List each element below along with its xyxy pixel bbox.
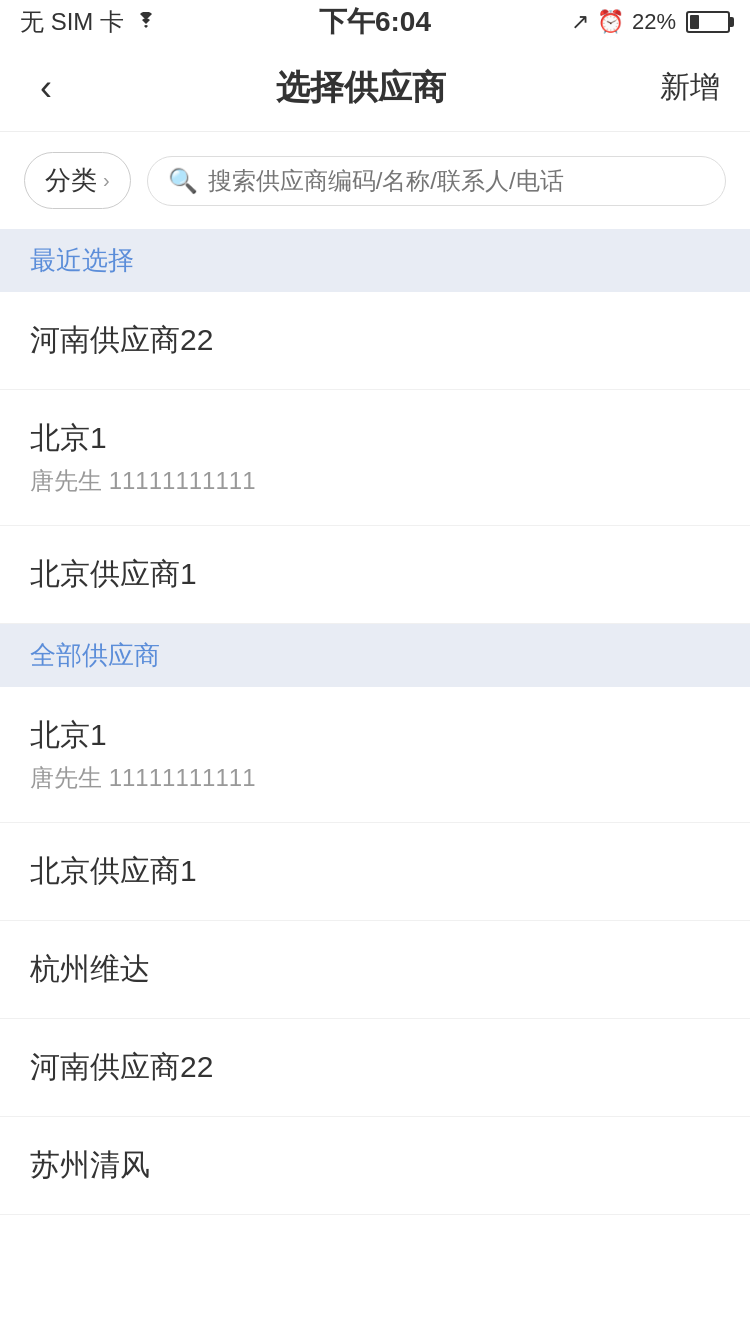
item-sub: 唐先生 11111111111 bbox=[30, 465, 720, 497]
search-bar: 分类 › 🔍 bbox=[0, 132, 750, 229]
page-title: 选择供应商 bbox=[276, 65, 446, 111]
wifi-icon bbox=[132, 12, 160, 32]
search-icon: 🔍 bbox=[168, 167, 198, 195]
battery-percentage: 22% bbox=[632, 9, 676, 35]
category-button[interactable]: 分类 › bbox=[24, 152, 131, 209]
category-label: 分类 bbox=[45, 163, 97, 198]
item-name: 苏州清风 bbox=[30, 1145, 720, 1186]
list-item[interactable]: 杭州维达 bbox=[0, 921, 750, 1019]
recent-section-header: 最近选择 bbox=[0, 229, 750, 292]
chevron-right-icon: › bbox=[103, 169, 110, 192]
list-item[interactable]: 河南供应商22 bbox=[0, 1019, 750, 1117]
item-name: 北京1 bbox=[30, 418, 720, 459]
item-name: 河南供应商22 bbox=[30, 320, 720, 361]
status-bar: 无 SIM 卡 下午6:04 ↗ ⏰ 22% bbox=[0, 0, 750, 44]
item-name: 北京供应商1 bbox=[30, 851, 720, 892]
alarm-icon: ⏰ bbox=[597, 9, 624, 35]
recent-section-label: 最近选择 bbox=[30, 245, 134, 275]
search-input-wrapper[interactable]: 🔍 bbox=[147, 156, 726, 206]
item-sub: 唐先生 11111111111 bbox=[30, 762, 720, 794]
all-list: 北京1 唐先生 11111111111 北京供应商1 杭州维达 河南供应商22 … bbox=[0, 687, 750, 1215]
all-section-label: 全部供应商 bbox=[30, 640, 160, 670]
item-name: 北京1 bbox=[30, 715, 720, 756]
list-item[interactable]: 河南供应商22 bbox=[0, 292, 750, 390]
item-name: 北京供应商1 bbox=[30, 554, 720, 595]
list-item[interactable]: 北京供应商1 bbox=[0, 526, 750, 624]
status-left: 无 SIM 卡 bbox=[20, 6, 160, 38]
status-right: ↗ ⏰ 22% bbox=[571, 9, 730, 35]
battery-icon bbox=[686, 11, 730, 33]
list-item[interactable]: 北京1 唐先生 11111111111 bbox=[0, 390, 750, 526]
location-icon: ↗ bbox=[571, 9, 589, 35]
list-item[interactable]: 苏州清风 bbox=[0, 1117, 750, 1215]
all-section-header: 全部供应商 bbox=[0, 624, 750, 687]
sim-label: 无 SIM 卡 bbox=[20, 6, 124, 38]
nav-bar: ‹ 选择供应商 新增 bbox=[0, 44, 750, 132]
status-time: 下午6:04 bbox=[319, 3, 431, 41]
add-button[interactable]: 新增 bbox=[660, 67, 720, 108]
list-item[interactable]: 北京1 唐先生 11111111111 bbox=[0, 687, 750, 823]
recent-list: 河南供应商22 北京1 唐先生 11111111111 北京供应商1 bbox=[0, 292, 750, 624]
back-button[interactable]: ‹ bbox=[30, 57, 62, 119]
list-item[interactable]: 北京供应商1 bbox=[0, 823, 750, 921]
item-name: 河南供应商22 bbox=[30, 1047, 720, 1088]
search-input[interactable] bbox=[208, 167, 705, 195]
item-name: 杭州维达 bbox=[30, 949, 720, 990]
